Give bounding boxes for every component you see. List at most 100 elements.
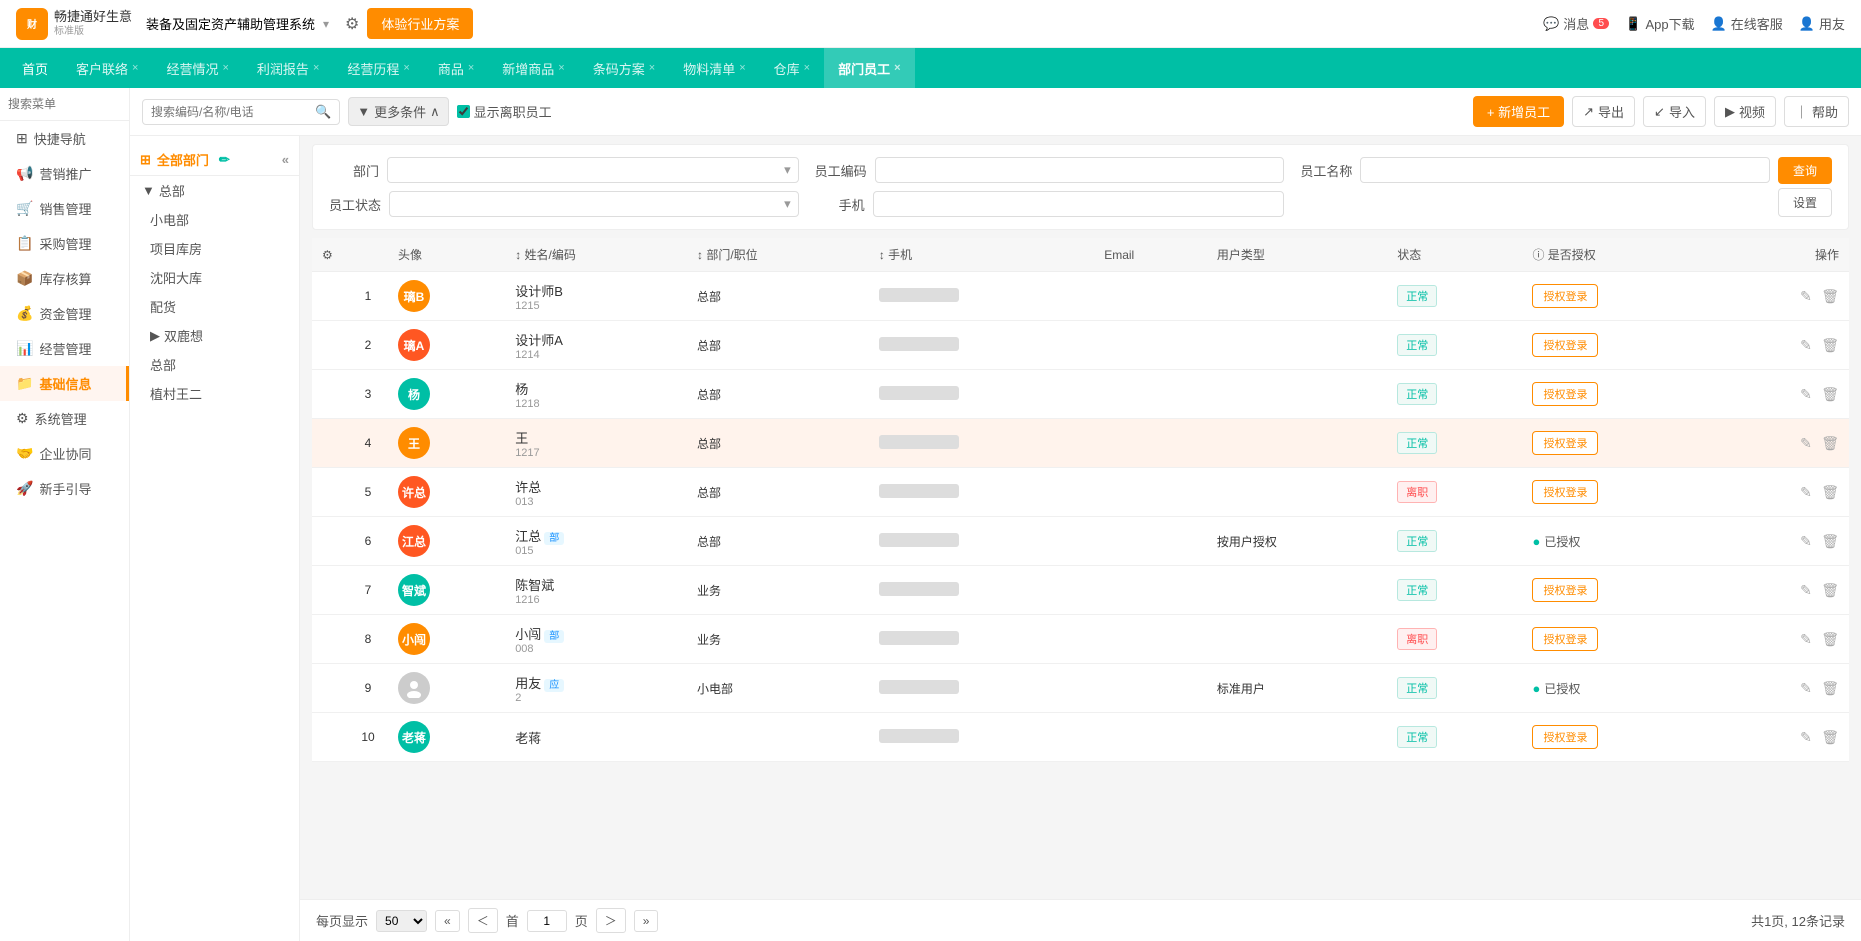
import-button[interactable]: ↙ 导入 <box>1643 96 1706 127</box>
page-input[interactable] <box>527 910 567 932</box>
delete-icon[interactable]: 🗑 <box>1821 435 1839 451</box>
delete-icon[interactable]: 🗑 <box>1821 680 1839 696</box>
employee-code-input[interactable] <box>875 157 1285 183</box>
auth-login-btn[interactable]: 授权登录 <box>1532 284 1598 308</box>
auth-login-btn[interactable]: 授权登录 <box>1532 578 1598 602</box>
auth-login-btn[interactable]: 授权登录 <box>1532 480 1598 504</box>
trial-button[interactable]: 体验行业方案 <box>367 8 473 39</box>
dept-item-zongbu2[interactable]: 总部 <box>130 350 299 379</box>
system-dropdown-icon[interactable]: ▾ <box>323 17 329 31</box>
page-size-select[interactable]: 50 100 <box>376 910 427 932</box>
dept-item-peihuo[interactable]: 配货 <box>130 292 299 321</box>
sidebar-item-finance[interactable]: 💰 资金管理 <box>0 296 129 331</box>
dept-item-zhicun[interactable]: 植村王二 <box>130 379 299 408</box>
row-status: 正常 <box>1387 664 1522 713</box>
tab-history[interactable]: 经营历程 × <box>333 48 423 88</box>
show-resigned-checkbox[interactable] <box>457 105 470 118</box>
tab-warehouse[interactable]: 仓库 × <box>760 48 824 88</box>
query-button[interactable]: 查询 <box>1778 157 1832 184</box>
edit-icon[interactable]: ✎ <box>1800 337 1812 353</box>
col-name[interactable]: ↕ 姓名/编码 <box>505 238 687 272</box>
delete-icon[interactable]: 🗑 <box>1821 337 1839 353</box>
edit-icon[interactable]: ✎ <box>1800 729 1812 745</box>
auth-login-btn[interactable]: 授权登录 <box>1532 333 1598 357</box>
col-phone[interactable]: ↕ 手机 <box>869 238 1094 272</box>
view-button[interactable]: ▶ 视频 <box>1714 96 1776 127</box>
delete-icon[interactable]: 🗑 <box>1821 631 1839 647</box>
tab-bom[interactable]: 物料清单 × <box>669 48 759 88</box>
col-settings[interactable]: ⚙ <box>312 238 348 272</box>
auth-login-btn[interactable]: 授权登录 <box>1532 725 1598 749</box>
delete-icon[interactable]: 🗑 <box>1821 533 1839 549</box>
col-dept[interactable]: ↕ 部门/职位 <box>687 238 869 272</box>
auth-login-btn[interactable]: 授权登录 <box>1532 382 1598 406</box>
edit-icon[interactable]: ✎ <box>1800 582 1812 598</box>
dept-item-xiaodian[interactable]: 小电部 <box>130 205 299 234</box>
online-service-btn[interactable]: 👤 在线客服 <box>1711 14 1783 33</box>
sidebar-item-basic[interactable]: 📁 基础信息 <box>0 366 129 401</box>
last-page-btn[interactable]: » <box>634 910 659 932</box>
phone-input[interactable] <box>873 191 1285 217</box>
setting-button[interactable]: 设置 <box>1778 188 1832 217</box>
settings-icon[interactable]: ⚙ <box>345 14 359 34</box>
dept-item-shuanglu[interactable]: ▶ 双鹿想 <box>130 321 299 350</box>
edit-icon[interactable]: ✎ <box>1800 484 1812 500</box>
delete-icon[interactable]: 🗑 <box>1821 729 1839 745</box>
sidebar-item-operation[interactable]: 📊 经营管理 <box>0 331 129 366</box>
sidebar-item-system[interactable]: ⚙ 系统管理 <box>0 401 129 436</box>
collapse-dept-icon[interactable]: « <box>282 152 289 167</box>
status-badge: 正常 <box>1397 579 1437 601</box>
tab-profit[interactable]: 利润报告 × <box>243 48 333 88</box>
employee-code: 1215 <box>515 300 677 312</box>
sidebar-item-sales[interactable]: 🛒 销售管理 <box>0 191 129 226</box>
next-page-btn[interactable]: ＞ <box>596 908 626 933</box>
auth-login-btn[interactable]: 授权登录 <box>1532 627 1598 651</box>
more-filter-btn[interactable]: ▼ 更多条件 ∧ <box>348 97 448 126</box>
tab-goods[interactable]: 商品 × <box>424 48 488 88</box>
show-resigned-label[interactable]: 显示离职员工 <box>457 102 552 121</box>
delete-icon[interactable]: 🗑 <box>1821 386 1839 402</box>
export-button[interactable]: ↗ 导出 <box>1572 96 1635 127</box>
edit-icon[interactable]: ✎ <box>1800 288 1812 304</box>
edit-icon[interactable]: ✎ <box>1800 631 1812 647</box>
tab-operation[interactable]: 经营情况 × <box>152 48 242 88</box>
edit-icon[interactable]: ✎ <box>1800 533 1812 549</box>
sidebar-item-guide[interactable]: 🚀 新手引导 <box>0 471 129 506</box>
first-page-btn[interactable]: « <box>435 910 460 932</box>
dept-item-zongbu[interactable]: ▼ 总部 <box>130 176 299 205</box>
tab-home[interactable]: 首页 <box>8 48 62 88</box>
sidebar-search-input[interactable] <box>8 97 130 111</box>
sidebar-item-quick-nav[interactable]: ⊞ 快捷导航 <box>0 121 129 156</box>
dept-select[interactable] <box>387 157 799 183</box>
search-input[interactable] <box>151 105 311 119</box>
sidebar-item-purchase[interactable]: 📋 采购管理 <box>0 226 129 261</box>
tab-customer[interactable]: 客户联络 × <box>62 48 152 88</box>
prev-page-btn[interactable]: ＜ <box>468 908 498 933</box>
tab-barcode[interactable]: 条码方案 × <box>579 48 669 88</box>
sidebar-item-inventory[interactable]: 📦 库存核算 <box>0 261 129 296</box>
app-download-btn[interactable]: 📱 App下载 <box>1625 14 1694 33</box>
employee-name: 王 <box>515 428 677 447</box>
edit-icon[interactable]: ✎ <box>1800 386 1812 402</box>
delete-icon[interactable]: 🗑 <box>1821 484 1839 500</box>
dept-item-shenyang[interactable]: 沈阳大库 <box>130 263 299 292</box>
dept-item-project[interactable]: 项目库房 <box>130 234 299 263</box>
edit-icon[interactable]: ✎ <box>1800 680 1812 696</box>
row-status: 正常 <box>1387 272 1522 321</box>
message-btn[interactable]: 💬 消息 5 <box>1543 14 1609 33</box>
tab-dept-employee[interactable]: 部门员工 × <box>824 48 914 88</box>
sidebar-item-collab[interactable]: 🤝 企业协同 <box>0 436 129 471</box>
edit-dept-icon[interactable]: ✏ <box>219 152 230 168</box>
row-phone <box>869 419 1094 468</box>
delete-icon[interactable]: 🗑 <box>1821 288 1839 304</box>
tab-new-goods[interactable]: 新增商品 × <box>488 48 578 88</box>
user-menu[interactable]: 👤 用友 <box>1799 14 1845 33</box>
auth-login-btn[interactable]: 授权登录 <box>1532 431 1598 455</box>
employee-name-input[interactable] <box>1360 157 1770 183</box>
edit-icon[interactable]: ✎ <box>1800 435 1812 451</box>
status-select[interactable] <box>389 191 799 217</box>
sidebar-item-marketing[interactable]: 📢 营销推广 <box>0 156 129 191</box>
help-button[interactable]: ｜ 帮助 <box>1784 96 1849 127</box>
delete-icon[interactable]: 🗑 <box>1821 582 1839 598</box>
add-employee-button[interactable]: + 新增员工 <box>1473 96 1564 127</box>
